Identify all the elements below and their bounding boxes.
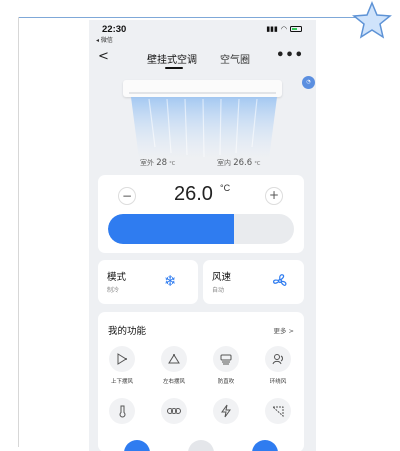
vertical-swing-icon	[117, 353, 127, 365]
battery-icon	[290, 26, 302, 32]
sweep-icon	[271, 406, 284, 418]
function-eco[interactable]	[154, 398, 194, 429]
status-indicators: ▮▮▮ ◠	[266, 25, 302, 33]
more-options-button[interactable]: •••	[276, 48, 304, 63]
indoor-temperature: 室内 26.6 °C	[217, 158, 260, 168]
function-vertical-swing[interactable]: 上下摆风	[102, 346, 142, 385]
eco-icon	[167, 408, 181, 414]
function-label: 环绕风	[269, 379, 287, 385]
increase-temp-button[interactable]: +	[265, 187, 283, 205]
side-badge-icon[interactable]: ◔	[302, 76, 315, 89]
function-horizontal-swing[interactable]: 左右摆风	[154, 346, 194, 385]
ac-vent	[129, 92, 276, 94]
indoor-value: 26.6	[233, 158, 253, 168]
wind-speed-card[interactable]: 风速 自动	[203, 260, 304, 304]
thermostat-card: − 26.0 °C +	[98, 175, 304, 253]
screenshot-frame: 22:30 ◂ 微信 ▮▮▮ ◠ < 壁挂式空调 空气圈 ••• ◔ 室外 28…	[0, 0, 400, 451]
function-surround-wind[interactable]: 环绕风	[258, 346, 298, 385]
function-label: 上下摆风	[110, 379, 133, 385]
frame-border-top	[18, 17, 386, 18]
function-anti-direct-blow[interactable]: 防直吹	[206, 346, 246, 385]
phone-screen: 22:30 ◂ 微信 ▮▮▮ ◠ < 壁挂式空调 空气圈 ••• ◔ 室外 28…	[89, 20, 316, 451]
my-functions-card: 我的功能 更多 > 上下摆风 左右摆风 防直吹 环绕风	[98, 312, 304, 451]
indoor-unit: °C	[254, 161, 261, 167]
wifi-icon: ◠	[280, 25, 287, 33]
frame-border-left	[18, 17, 19, 447]
temperature-slider-fill	[108, 214, 235, 244]
function-sweep[interactable]	[258, 398, 298, 429]
airflow-illustration	[131, 97, 277, 159]
outdoor-label: 室外	[140, 159, 154, 167]
thermometer-icon	[119, 405, 126, 418]
surround-wind-icon	[272, 354, 283, 365]
mode-title: 模式	[107, 272, 127, 283]
mode-value: 制冷	[107, 287, 120, 294]
wind-title: 风速	[212, 272, 232, 283]
decrease-temp-button[interactable]: −	[118, 187, 136, 205]
functions-title: 我的功能	[108, 326, 147, 337]
tab-air-circle[interactable]: 空气圈	[220, 51, 250, 66]
status-time: 22:30	[102, 24, 127, 35]
mode-card[interactable]: 模式 制冷 ❄	[98, 260, 198, 304]
nav-bar: < 壁挂式空调 空气圈 •••	[89, 47, 316, 69]
status-bar: 22:30 ◂ 微信 ▮▮▮ ◠	[89, 20, 316, 44]
wind-value: 自动	[212, 287, 225, 294]
horizontal-swing-icon	[168, 354, 180, 364]
lightning-icon	[221, 404, 231, 418]
star-icon	[352, 1, 392, 39]
function-label: 防直吹	[217, 379, 235, 385]
target-temperature: 26.0	[174, 183, 213, 205]
indoor-label: 室内	[217, 159, 231, 167]
anti-direct-blow-icon	[220, 354, 232, 365]
function-thermometer[interactable]	[102, 398, 142, 429]
temperature-slider[interactable]	[108, 214, 294, 244]
snowflake-icon: ❄	[164, 272, 177, 290]
ac-unit-illustration	[123, 80, 282, 97]
tab-active-underline	[165, 67, 183, 69]
tab-wall-ac[interactable]: 壁挂式空调	[147, 51, 197, 66]
functions-more-link[interactable]: 更多 >	[273, 325, 294, 335]
temperature-unit: °C	[220, 183, 231, 193]
outdoor-unit: °C	[169, 161, 176, 167]
fan-icon	[272, 274, 287, 286]
function-lightning[interactable]	[206, 398, 246, 429]
back-button[interactable]: <	[98, 49, 109, 64]
outdoor-value: 28	[156, 158, 168, 168]
outdoor-temperature: 室外 28 °C	[140, 158, 175, 168]
signal-icon: ▮▮▮	[266, 25, 278, 33]
function-label: 左右摆风	[162, 379, 185, 385]
back-to-app-link[interactable]: ◂ 微信	[96, 35, 113, 44]
